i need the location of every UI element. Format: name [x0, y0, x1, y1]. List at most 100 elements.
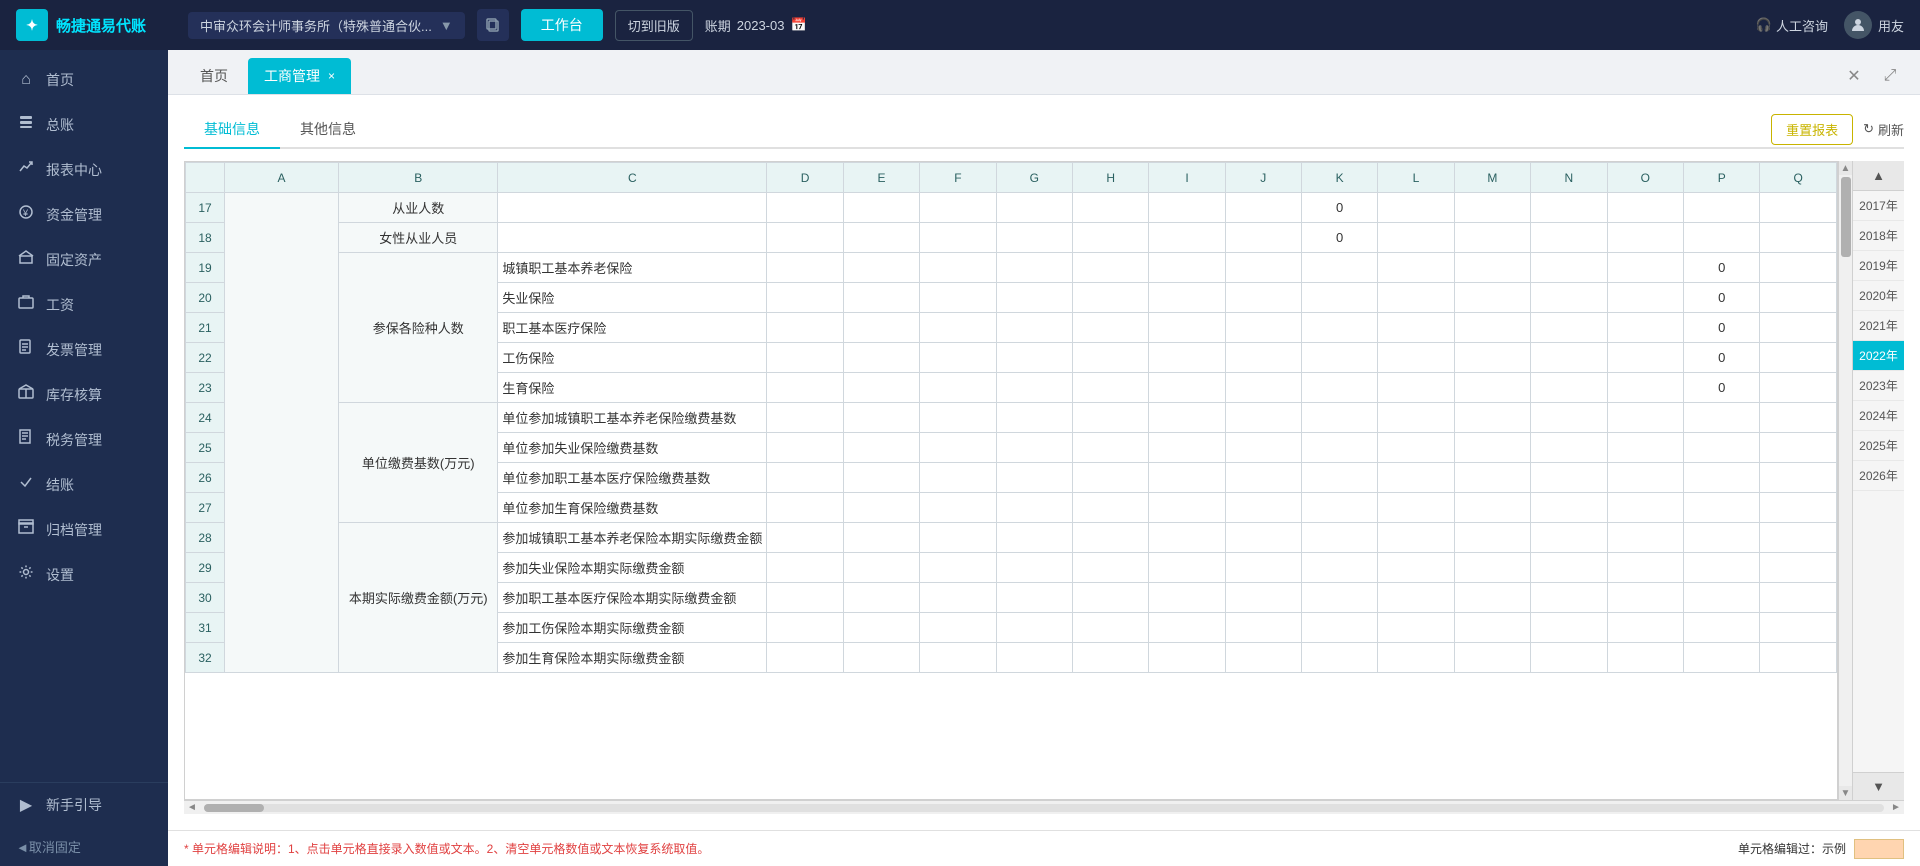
data-cell[interactable]	[767, 343, 843, 373]
col-c-cell[interactable]: 生育保险	[498, 373, 767, 403]
data-cell[interactable]	[1378, 643, 1454, 673]
data-cell[interactable]	[1684, 583, 1760, 613]
data-cell[interactable]	[767, 253, 843, 283]
data-cell[interactable]	[920, 343, 996, 373]
data-cell[interactable]	[767, 463, 843, 493]
data-cell[interactable]	[1684, 493, 1760, 523]
data-cell[interactable]	[1378, 283, 1454, 313]
data-cell[interactable]	[1531, 433, 1607, 463]
tab-home[interactable]: 首页	[184, 58, 244, 94]
data-cell[interactable]	[1225, 643, 1301, 673]
data-cell[interactable]	[843, 493, 919, 523]
data-cell[interactable]	[1760, 193, 1837, 223]
data-cell[interactable]	[1607, 583, 1683, 613]
data-cell[interactable]	[1149, 403, 1225, 433]
data-cell[interactable]	[1454, 343, 1531, 373]
data-cell[interactable]	[1454, 433, 1531, 463]
data-cell[interactable]	[1607, 463, 1683, 493]
data-cell[interactable]	[1454, 643, 1531, 673]
data-cell[interactable]	[996, 253, 1072, 283]
sidebar-item-settings[interactable]: 设置	[0, 552, 168, 597]
data-cell[interactable]	[1531, 553, 1607, 583]
year-item[interactable]: 2022年	[1853, 341, 1904, 371]
data-cell[interactable]	[843, 313, 919, 343]
data-cell[interactable]	[1607, 553, 1683, 583]
data-cell[interactable]	[1073, 433, 1149, 463]
data-cell[interactable]	[996, 373, 1072, 403]
data-cell[interactable]	[1225, 493, 1301, 523]
data-cell[interactable]	[1225, 463, 1301, 493]
data-cell[interactable]	[996, 643, 1072, 673]
col-b-cell[interactable]: 参保各险种人数	[339, 253, 498, 403]
window-expand-button[interactable]: ⤢	[1876, 62, 1904, 90]
data-cell[interactable]	[920, 433, 996, 463]
data-cell[interactable]	[1531, 283, 1607, 313]
data-cell[interactable]	[1607, 373, 1683, 403]
data-cell[interactable]	[1378, 493, 1454, 523]
data-cell[interactable]	[1378, 313, 1454, 343]
data-cell[interactable]	[1760, 613, 1837, 643]
data-cell[interactable]	[1760, 283, 1837, 313]
data-cell[interactable]	[843, 373, 919, 403]
data-cell[interactable]	[1454, 583, 1531, 613]
data-cell[interactable]	[1760, 463, 1837, 493]
data-cell[interactable]	[1531, 523, 1607, 553]
data-cell[interactable]	[767, 373, 843, 403]
data-cell[interactable]	[1760, 403, 1837, 433]
year-item[interactable]: 2019年	[1853, 251, 1904, 281]
data-cell[interactable]	[1607, 523, 1683, 553]
data-cell[interactable]	[1454, 523, 1531, 553]
data-cell[interactable]	[920, 373, 996, 403]
data-cell[interactable]	[996, 343, 1072, 373]
data-cell[interactable]	[1301, 553, 1377, 583]
data-cell[interactable]	[1607, 283, 1683, 313]
data-cell[interactable]: 0	[1301, 193, 1377, 223]
year-item[interactable]: 2018年	[1853, 221, 1904, 251]
data-cell[interactable]	[996, 463, 1072, 493]
data-cell[interactable]	[920, 643, 996, 673]
data-cell[interactable]	[1149, 223, 1225, 253]
data-cell[interactable]	[1684, 553, 1760, 583]
data-cell[interactable]	[1073, 493, 1149, 523]
data-cell[interactable]	[996, 433, 1072, 463]
data-cell[interactable]	[1531, 313, 1607, 343]
year-item[interactable]: 2026年	[1853, 461, 1904, 491]
data-cell[interactable]	[1531, 493, 1607, 523]
scroll-up-button[interactable]: ▲	[1839, 161, 1852, 175]
data-cell[interactable]	[843, 343, 919, 373]
data-cell[interactable]	[920, 253, 996, 283]
year-item[interactable]: 2023年	[1853, 371, 1904, 401]
data-cell[interactable]	[1531, 223, 1607, 253]
data-cell[interactable]	[1378, 253, 1454, 283]
data-cell[interactable]	[1684, 643, 1760, 673]
year-item[interactable]: 2024年	[1853, 401, 1904, 431]
data-cell[interactable]	[843, 613, 919, 643]
data-cell[interactable]	[1378, 373, 1454, 403]
data-cell[interactable]	[920, 493, 996, 523]
sidebar-item-invoice[interactable]: 发票管理	[0, 327, 168, 372]
data-cell[interactable]	[1149, 343, 1225, 373]
col-c-cell[interactable]: 单位参加生育保险缴费基数	[498, 493, 767, 523]
data-cell[interactable]	[767, 433, 843, 463]
data-cell[interactable]	[1454, 283, 1531, 313]
col-c-cell[interactable]: 职工基本医疗保险	[498, 313, 767, 343]
data-cell[interactable]	[1301, 583, 1377, 613]
data-cell[interactable]	[1073, 253, 1149, 283]
spreadsheet-container[interactable]: A B C D E F G H I J K L	[184, 161, 1838, 800]
data-cell[interactable]: 0	[1684, 373, 1760, 403]
data-cell[interactable]	[1531, 613, 1607, 643]
year-item[interactable]: 2020年	[1853, 281, 1904, 311]
data-cell[interactable]	[843, 223, 919, 253]
copy-icon[interactable]	[477, 9, 509, 41]
data-cell[interactable]	[920, 553, 996, 583]
data-cell[interactable]	[996, 493, 1072, 523]
sidebar-item-tax[interactable]: 税务管理	[0, 417, 168, 462]
year-panel-nav-top[interactable]: ▲	[1853, 161, 1904, 191]
data-cell[interactable]	[1454, 493, 1531, 523]
data-cell[interactable]	[1225, 613, 1301, 643]
data-cell[interactable]	[1760, 313, 1837, 343]
data-cell[interactable]	[1378, 223, 1454, 253]
data-cell[interactable]	[1225, 343, 1301, 373]
col-c-cell[interactable]: 城镇职工基本养老保险	[498, 253, 767, 283]
data-cell[interactable]	[1378, 553, 1454, 583]
